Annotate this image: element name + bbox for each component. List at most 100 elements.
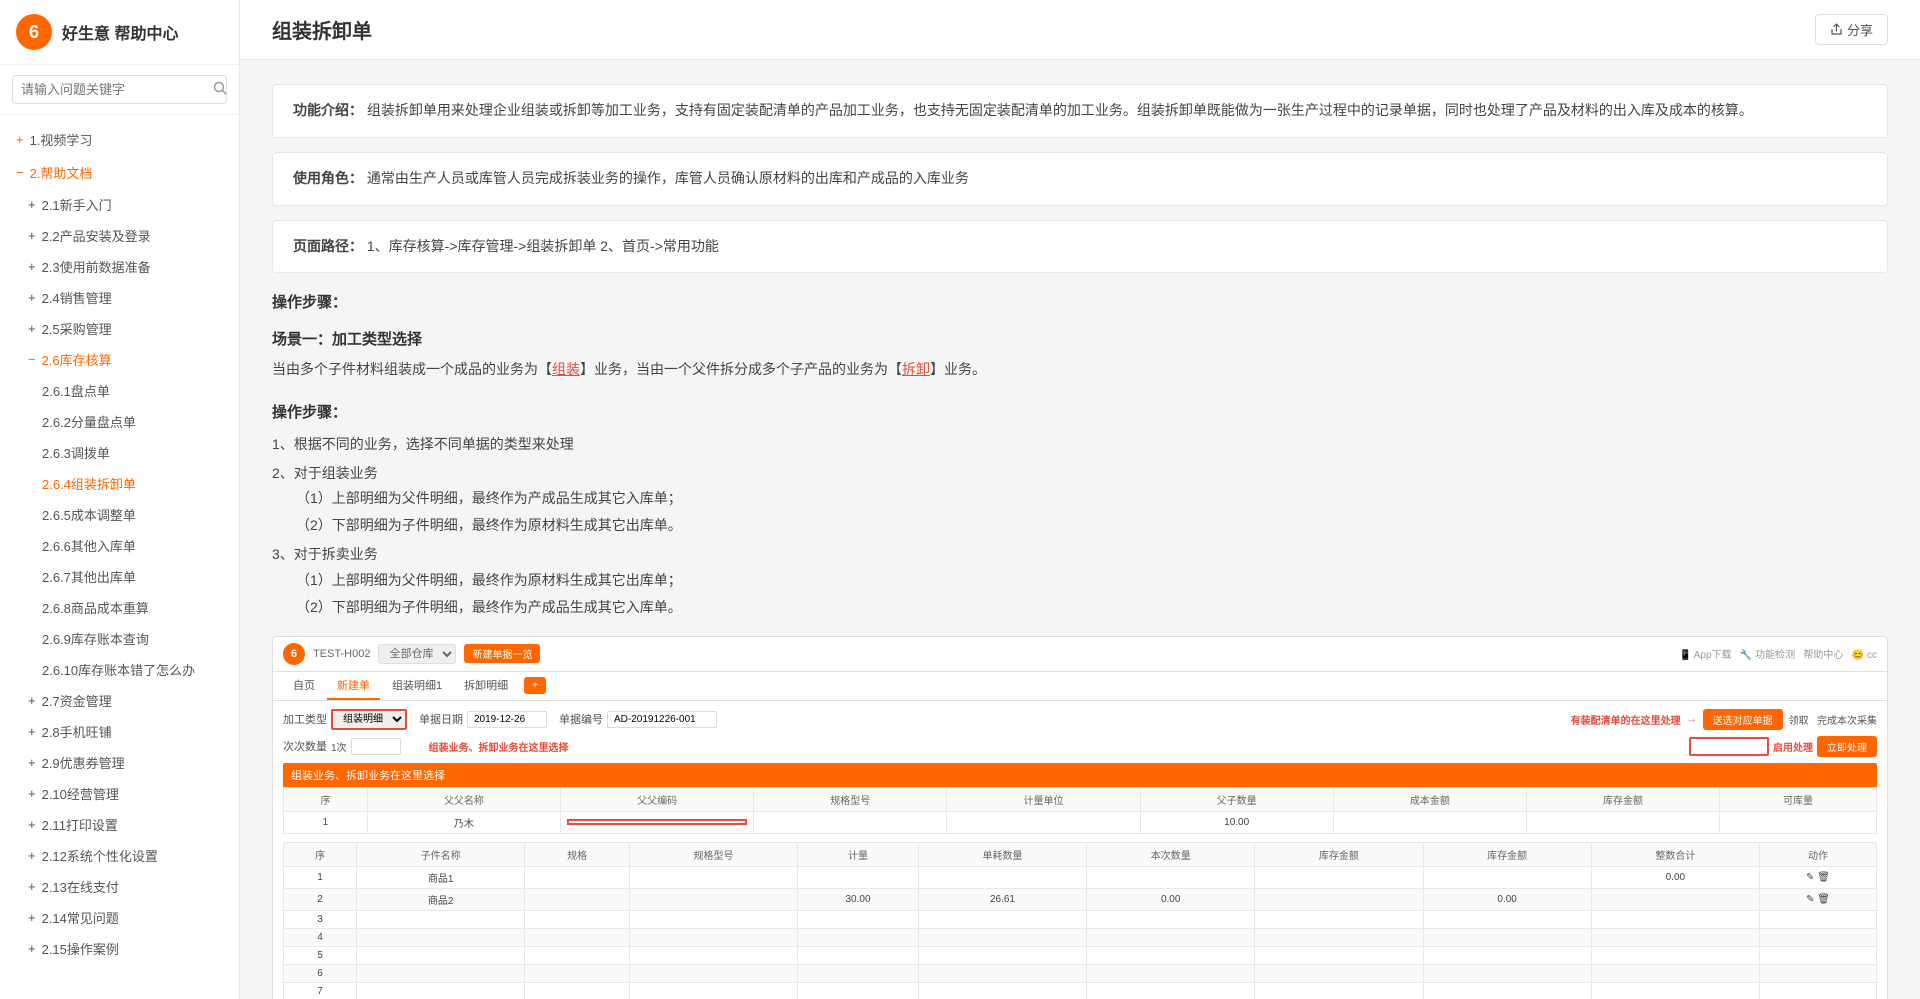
- intro-text: 组装拆卸单用来处理企业组装或拆卸等加工业务，支持有固定装配清单的产品加工业务，也…: [367, 102, 1753, 118]
- annotation1-area: 有装配清单的在这里处理 → 送选对应单据 领取 完成本次采集: [1571, 709, 1877, 730]
- app-logo-icon: 6: [283, 643, 305, 665]
- annotation1-arrow: →: [1687, 714, 1697, 725]
- search-wrap: [12, 75, 227, 104]
- lower-section: 无固定适中的组接在这里置宜入 序 子件名称 规格 规格型号 计量 单耗数量: [283, 842, 1877, 999]
- sidebar-item-faq[interactable]: +2.14常见问题: [0, 902, 239, 933]
- sidebar-item-cases[interactable]: +2.15操作案例: [0, 933, 239, 964]
- annotation3-text: 启用处理: [1773, 739, 1813, 754]
- role-text: 通常由生产人员或库管人员完成拆装业务的操作，库管人员确认原材料的出库和产成品的入…: [367, 170, 969, 186]
- annotation3-input[interactable]: [1689, 737, 1769, 756]
- app-topbar-icons: 📱 App下载 🔧 功能检测 帮助中心 😊 cc: [1679, 646, 1877, 661]
- zuzhuang-link[interactable]: 组装: [552, 361, 580, 377]
- app-topbar-id: TEST-H002: [313, 648, 370, 660]
- scenario1-desc: 当由多个子件材料组装成一个成品的业务为【组装】业务，当由一个父件拆分成多个子产品…: [272, 357, 1888, 382]
- app-nav-assembly-detail[interactable]: 组装明细1: [382, 672, 452, 700]
- sidebar-item-mobile[interactable]: +2.8手机旺铺: [0, 716, 239, 747]
- col-spec: 规格型号: [754, 787, 947, 811]
- no-input[interactable]: [607, 711, 717, 728]
- sub-steps-3: （1）上部明细为父件明细，最终作为原材料生成其它出库单； （2）下部明细为子件明…: [296, 568, 1888, 620]
- intro-label: 功能介绍：: [293, 102, 363, 118]
- sidebar-item-personalize[interactable]: +2.12系统个性化设置: [0, 840, 239, 871]
- sidebar-item-install[interactable]: +2.2产品安装及登录: [0, 220, 239, 251]
- share-label: 分享: [1847, 20, 1873, 39]
- sidebar-item-partial-stocktake[interactable]: 2.6.2分量盘点单: [0, 406, 239, 437]
- sidebar-item-stock-ledger[interactable]: 2.6.9库存账本查询: [0, 623, 239, 654]
- sidebar-item-videos[interactable]: + 1.视频学习: [0, 123, 239, 156]
- screenshot-container: 6 TEST-H002 全部仓库 新建单据一览 📱 App下载 🔧 功能检测 帮…: [272, 636, 1888, 999]
- sidebar-item-ops[interactable]: +2.10经营管理: [0, 778, 239, 809]
- sidebar-item-data-prep[interactable]: +2.3使用前数据准备: [0, 251, 239, 282]
- lt-col-spec1: 规格: [525, 842, 630, 866]
- sidebar-item-beginner[interactable]: +2.1新手入门: [0, 189, 239, 220]
- sidebar-item-cost-recalc[interactable]: 2.6.8商品成本重算: [0, 592, 239, 623]
- lt-col-total: 整数合计: [1591, 842, 1759, 866]
- app-nav: 自页 新建单 组装明细1 拆卸明细 +: [273, 672, 1887, 701]
- step-1: 1、根据不同的业务，选择不同单据的类型来处理: [272, 432, 1888, 457]
- sidebar-item-assembly[interactable]: 2.6.4组装拆卸单: [0, 468, 239, 499]
- no-label: 单据编号: [559, 711, 603, 727]
- type-label: 加工类型: [283, 711, 327, 727]
- count-input[interactable]: [351, 738, 401, 755]
- sidebar-item-sales[interactable]: +2.4销售管理: [0, 282, 239, 313]
- upper-table-row: 1 乃木 10.00: [284, 811, 1877, 833]
- search-input[interactable]: [13, 77, 205, 102]
- annotation3-area: 启用处理 立即处理: [1689, 736, 1877, 757]
- app-nav-add-btn[interactable]: +: [524, 677, 546, 694]
- content-area: 功能介绍： 组装拆卸单用来处理企业组装或拆卸等加工业务，支持有固定装配清单的产品…: [240, 60, 1920, 999]
- lt-col-cost1: 库存金额: [1255, 842, 1423, 866]
- app-new-order-btn[interactable]: 新建单据一览: [464, 644, 540, 663]
- lower-row-5: 5: [284, 946, 1877, 964]
- no-field: 单据编号: [559, 711, 717, 728]
- col-qty: 父子数量: [1140, 787, 1333, 811]
- col-available: 可库量: [1720, 787, 1877, 811]
- sidebar-item-label: 1.视频学习: [30, 130, 93, 149]
- sidebar-item-other-out[interactable]: 2.6.7其他出库单: [0, 561, 239, 592]
- app-nav-home[interactable]: 自页: [283, 672, 325, 700]
- annotation2-text: 组装业务、拆卸业务在这里选择: [429, 739, 569, 754]
- count-value: 1次: [331, 739, 347, 754]
- sidebar-item-stocktake[interactable]: 2.6.1盘点单: [0, 375, 239, 406]
- role-label: 使用角色：: [293, 170, 363, 186]
- sidebar-item-stock-error[interactable]: 2.6.10库存账本错了怎么办: [0, 654, 239, 685]
- upper-section: 组装业务、拆卸业务在这里选择 序 父父名称 父父编码 规格型号 计量单位 父子数…: [283, 763, 1877, 834]
- lower-table: 序 子件名称 规格 规格型号 计量 单耗数量 本次数量 库存金额 库存金额: [283, 842, 1877, 999]
- sidebar-item-finance[interactable]: +2.7资金管理: [0, 685, 239, 716]
- app-topbar-select[interactable]: 全部仓库: [378, 644, 456, 664]
- col-unit: 计量单位: [947, 787, 1140, 811]
- sidebar-item-purchase[interactable]: +2.5采购管理: [0, 313, 239, 344]
- annotation3-btn[interactable]: 立即处理: [1817, 736, 1877, 757]
- sub-step-3-1: （1）上部明细为父件明细，最终作为原材料生成其它出库单；: [296, 568, 1888, 593]
- sidebar-item-cost-adjust[interactable]: 2.6.5成本调整单: [0, 499, 239, 530]
- ops-title: 操作步骤：: [272, 291, 1888, 312]
- sidebar-item-coupon[interactable]: +2.9优惠券管理: [0, 747, 239, 778]
- lower-row-7: 7: [284, 982, 1877, 999]
- search-button[interactable]: [205, 76, 227, 103]
- lower-row-1: 1商品10.00✎ 🗑: [284, 866, 1877, 888]
- sidebar-item-transfer[interactable]: 2.6.3调拨单: [0, 437, 239, 468]
- sub-step-2-2: （2）下部明细为子件明细，最终作为原材料生成其它出库单。: [296, 513, 1888, 538]
- confirm-btn[interactable]: 送选对应单据: [1703, 709, 1783, 730]
- type-select[interactable]: 组装明细 拆卸明细: [331, 709, 407, 730]
- minus-icon: −: [16, 165, 24, 180]
- share-button[interactable]: 分享: [1815, 14, 1888, 45]
- lt-col-action: 动作: [1759, 842, 1876, 866]
- lower-row-4: 4: [284, 928, 1877, 946]
- lower-row-6: 6: [284, 964, 1877, 982]
- sidebar-item-other-in[interactable]: 2.6.6其他入库单: [0, 530, 239, 561]
- cell-qty-val: 10.00: [1140, 811, 1333, 833]
- main-content: 组装拆卸单 分享 功能介绍： 组装拆卸单用来处理企业组装或拆卸等加工业务，支持有…: [240, 0, 1920, 999]
- sidebar-item-print[interactable]: +2.11打印设置: [0, 809, 239, 840]
- date-input[interactable]: [467, 711, 547, 728]
- type-field: 加工类型 组装明细 拆卸明细: [283, 709, 407, 730]
- sidebar-item-docs[interactable]: − 2.帮助文档: [0, 156, 239, 189]
- sidebar-item-payment[interactable]: +2.13在线支付: [0, 871, 239, 902]
- sidebar-item-inventory[interactable]: −2.6库存核算: [0, 344, 239, 375]
- app-nav-disassemble-detail[interactable]: 拆卸明细: [454, 672, 518, 700]
- chaiqian-link[interactable]: 拆卸: [902, 361, 930, 377]
- sidebar-item-label: 2.帮助文档: [30, 163, 93, 182]
- sub-step-3-2: （2）下部明细为子件明细，最终作为产成品生成其它入库单。: [296, 595, 1888, 620]
- app-nav-new[interactable]: 新建单: [327, 672, 380, 700]
- app-content: 加工类型 组装明细 拆卸明细 单据日期 单据编号: [273, 701, 1887, 999]
- logo-icon: 6: [16, 14, 52, 50]
- sidebar: 6 好生意 帮助中心 + 1.视频学习 − 2.帮助文档 +2.1新手入门: [0, 0, 240, 999]
